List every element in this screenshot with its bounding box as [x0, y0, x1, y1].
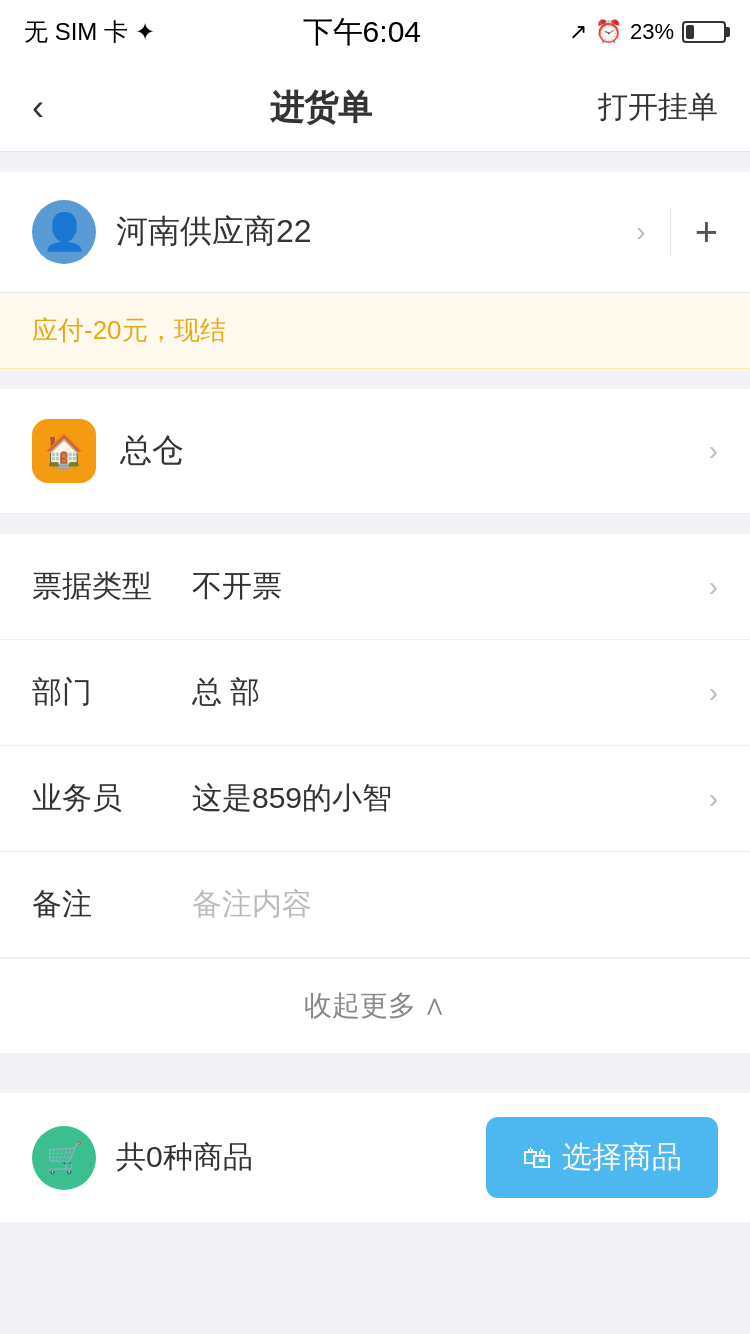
warehouse-chevron-icon: › — [709, 435, 718, 467]
section-gap-3 — [0, 514, 750, 534]
page-background — [0, 1222, 750, 1334]
page-title: 进货单 — [270, 85, 372, 131]
vertical-divider — [670, 208, 671, 256]
back-button[interactable]: ‹ — [32, 87, 44, 129]
department-key: 部门 — [32, 672, 192, 713]
collapse-button[interactable]: 收起更多 ∧ — [0, 958, 750, 1053]
invoice-key: 票据类型 — [32, 566, 192, 607]
nav-bar: ‹ 进货单 打开挂单 — [0, 64, 750, 152]
battery-percent: 23% — [630, 19, 674, 45]
warehouse-icon: 🏠 — [44, 432, 84, 470]
salesperson-value: 这是859的小智 — [192, 778, 709, 819]
open-pending-button[interactable]: 打开挂单 — [598, 87, 718, 128]
add-supplier-button[interactable]: + — [695, 210, 718, 255]
avatar-icon: 👤 — [42, 211, 87, 253]
warehouse-label: 总仓 — [120, 429, 709, 473]
status-time: 下午6:04 — [303, 12, 421, 53]
cart-icon: 🛒 — [46, 1140, 83, 1175]
section-gap-1 — [0, 152, 750, 172]
notice-text: 应付-20元，现结 — [32, 315, 226, 345]
bottom-section: 🛒 共0种商品 🛍 选择商品 — [0, 1093, 750, 1222]
invoice-chevron-icon: › — [709, 571, 718, 603]
goods-count: 共0种商品 — [116, 1137, 486, 1178]
location-icon: ↗ — [569, 19, 587, 45]
alarm-icon: ⏰ — [595, 19, 622, 45]
department-row[interactable]: 部门 总 部 › — [0, 640, 750, 746]
form-card: 票据类型 不开票 › 部门 总 部 › 业务员 这是859的小智 › 备注 备注… — [0, 534, 750, 1053]
invoice-value: 不开票 — [192, 566, 709, 607]
select-goods-label: 选择商品 — [562, 1137, 682, 1178]
cart-icon-wrap: 🛒 — [32, 1126, 96, 1190]
supplier-avatar: 👤 — [32, 200, 96, 264]
salesperson-chevron-icon: › — [709, 783, 718, 815]
supplier-chevron-icon: › — [636, 216, 645, 248]
section-gap-2 — [0, 369, 750, 389]
department-chevron-icon: › — [709, 677, 718, 709]
status-bar: 无 SIM 卡 ✦ 下午6:04 ↗ ⏰ 23% — [0, 0, 750, 64]
supplier-card: 👤 河南供应商22 › + 应付-20元，现结 — [0, 172, 750, 369]
warehouse-card: 🏠 总仓 › — [0, 389, 750, 514]
battery-icon — [682, 21, 726, 43]
status-right: ↗ ⏰ 23% — [569, 19, 726, 45]
sim-signal: 无 SIM 卡 ✦ — [24, 16, 155, 48]
invoice-row[interactable]: 票据类型 不开票 › — [0, 534, 750, 640]
notice-banner: 应付-20元，现结 — [0, 293, 750, 369]
section-gap-4 — [0, 1053, 750, 1073]
salesperson-key: 业务员 — [32, 778, 192, 819]
salesperson-row[interactable]: 业务员 这是859的小智 › — [0, 746, 750, 852]
select-goods-button[interactable]: 🛍 选择商品 — [486, 1117, 718, 1198]
supplier-row[interactable]: 👤 河南供应商22 › + — [0, 172, 750, 293]
collapse-label: 收起更多 ∧ — [304, 990, 447, 1021]
department-value: 总 部 — [192, 672, 709, 713]
warehouse-icon-wrap: 🏠 — [32, 419, 96, 483]
warehouse-row[interactable]: 🏠 总仓 › — [0, 389, 750, 514]
status-left: 无 SIM 卡 ✦ — [24, 16, 155, 48]
remark-row[interactable]: 备注 备注内容 — [0, 852, 750, 958]
remark-key: 备注 — [32, 884, 192, 925]
remark-placeholder: 备注内容 — [192, 884, 718, 925]
select-goods-icon: 🛍 — [522, 1141, 552, 1175]
supplier-name: 河南供应商22 — [116, 210, 636, 254]
